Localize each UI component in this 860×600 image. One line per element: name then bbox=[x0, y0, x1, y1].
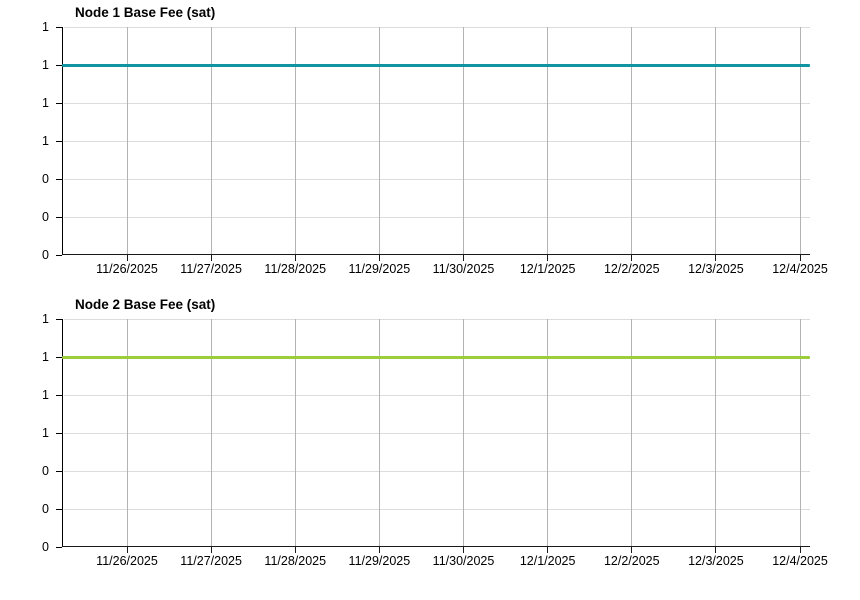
v-gridline bbox=[547, 27, 549, 254]
y-tick-label: 1 bbox=[42, 312, 49, 326]
h-gridline bbox=[63, 318, 810, 320]
v-gridline bbox=[294, 319, 296, 546]
v-gridline bbox=[715, 319, 717, 546]
x-tick-label: 12/2/2025 bbox=[603, 262, 660, 276]
x-tick-label: 12/1/2025 bbox=[519, 554, 576, 568]
h-gridline bbox=[63, 508, 810, 510]
x-tick-label: 11/27/2025 bbox=[180, 262, 242, 276]
fee-charts-page: Node 1 Base Fee (sat) 1 1 1 1 0 0 0 11/26/2025 1… bbox=[0, 0, 860, 600]
h-gridline bbox=[63, 470, 810, 472]
h-gridline bbox=[63, 140, 810, 142]
v-gridline bbox=[126, 319, 128, 546]
y-tick-label: 1 bbox=[42, 58, 49, 72]
v-gridline bbox=[294, 27, 296, 254]
chart-title: Node 2 Base Fee (sat) bbox=[75, 297, 216, 312]
x-tick-label: 12/2/2025 bbox=[603, 554, 660, 568]
chart-title: Node 1 Base Fee (sat) bbox=[75, 5, 216, 20]
x-tick-label: 12/4/2025 bbox=[772, 554, 828, 568]
y-axis-tick bbox=[56, 394, 62, 396]
chart-node1-base-fee: Node 1 Base Fee (sat) 1 1 1 1 0 0 0 11/26/2025 1… bbox=[0, 0, 860, 292]
x-tick-label: 12/4/2025 bbox=[772, 262, 828, 276]
y-axis-tick bbox=[56, 318, 62, 320]
x-tick-label: 11/26/2025 bbox=[96, 262, 158, 276]
y-tick-label: 0 bbox=[42, 248, 49, 262]
x-tick-label: 11/30/2025 bbox=[432, 554, 495, 568]
y-axis-tick bbox=[56, 178, 62, 180]
h-gridline bbox=[63, 432, 810, 434]
y-axis-tick bbox=[56, 254, 62, 256]
series-line bbox=[62, 355, 810, 359]
v-gridline bbox=[210, 27, 212, 254]
x-tick-label: 11/30/2025 bbox=[432, 262, 495, 276]
x-tick-label: 12/1/2025 bbox=[519, 262, 576, 276]
v-gridline bbox=[631, 319, 633, 546]
y-tick-label: 0 bbox=[42, 210, 49, 224]
x-tick-label: 11/27/2025 bbox=[180, 554, 242, 568]
y-axis-tick bbox=[56, 470, 62, 472]
y-tick-label: 1 bbox=[42, 20, 49, 34]
y-axis-tick bbox=[56, 216, 62, 218]
x-tick-label: 11/29/2025 bbox=[348, 554, 411, 568]
v-gridline bbox=[126, 27, 128, 254]
y-tick-label: 1 bbox=[42, 388, 49, 402]
x-tick-label: 11/28/2025 bbox=[264, 262, 327, 276]
y-tick-label: 0 bbox=[42, 540, 49, 554]
y-axis-tick bbox=[56, 102, 62, 104]
y-tick-label: 1 bbox=[42, 350, 49, 364]
y-tick-label: 0 bbox=[42, 172, 49, 186]
y-tick-label: 0 bbox=[42, 502, 49, 516]
h-gridline bbox=[63, 216, 810, 218]
y-axis-tick bbox=[56, 508, 62, 510]
v-gridline bbox=[715, 27, 717, 254]
x-tick-label: 12/3/2025 bbox=[688, 554, 744, 568]
h-gridline bbox=[63, 102, 810, 104]
x-tick-label: 12/3/2025 bbox=[688, 262, 744, 276]
v-gridline bbox=[547, 319, 549, 546]
y-axis-tick bbox=[56, 432, 62, 434]
y-tick-label: 1 bbox=[42, 426, 49, 440]
v-gridline bbox=[799, 319, 801, 546]
y-tick-label: 1 bbox=[42, 134, 49, 148]
h-gridline bbox=[63, 26, 810, 28]
v-gridline bbox=[799, 27, 801, 254]
y-axis-tick bbox=[56, 140, 62, 142]
v-gridline bbox=[463, 319, 464, 546]
chart-node2-base-fee: Node 2 Base Fee (sat) 1 1 1 1 0 0 0 11/26/2025 1… bbox=[0, 292, 860, 584]
x-tick-label: 11/26/2025 bbox=[96, 554, 158, 568]
y-axis-tick bbox=[56, 26, 62, 28]
y-tick-label: 1 bbox=[42, 96, 49, 110]
h-gridline bbox=[63, 394, 810, 396]
x-tick-label: 11/28/2025 bbox=[264, 554, 327, 568]
v-gridline bbox=[210, 319, 212, 546]
v-gridline bbox=[463, 27, 464, 254]
series-line bbox=[62, 63, 810, 67]
y-axis-tick bbox=[56, 546, 62, 548]
x-tick-label: 11/29/2025 bbox=[348, 262, 411, 276]
h-gridline bbox=[63, 178, 810, 180]
v-gridline bbox=[378, 27, 380, 254]
v-gridline bbox=[631, 27, 633, 254]
v-gridline bbox=[378, 319, 380, 546]
y-tick-label: 0 bbox=[42, 464, 49, 478]
